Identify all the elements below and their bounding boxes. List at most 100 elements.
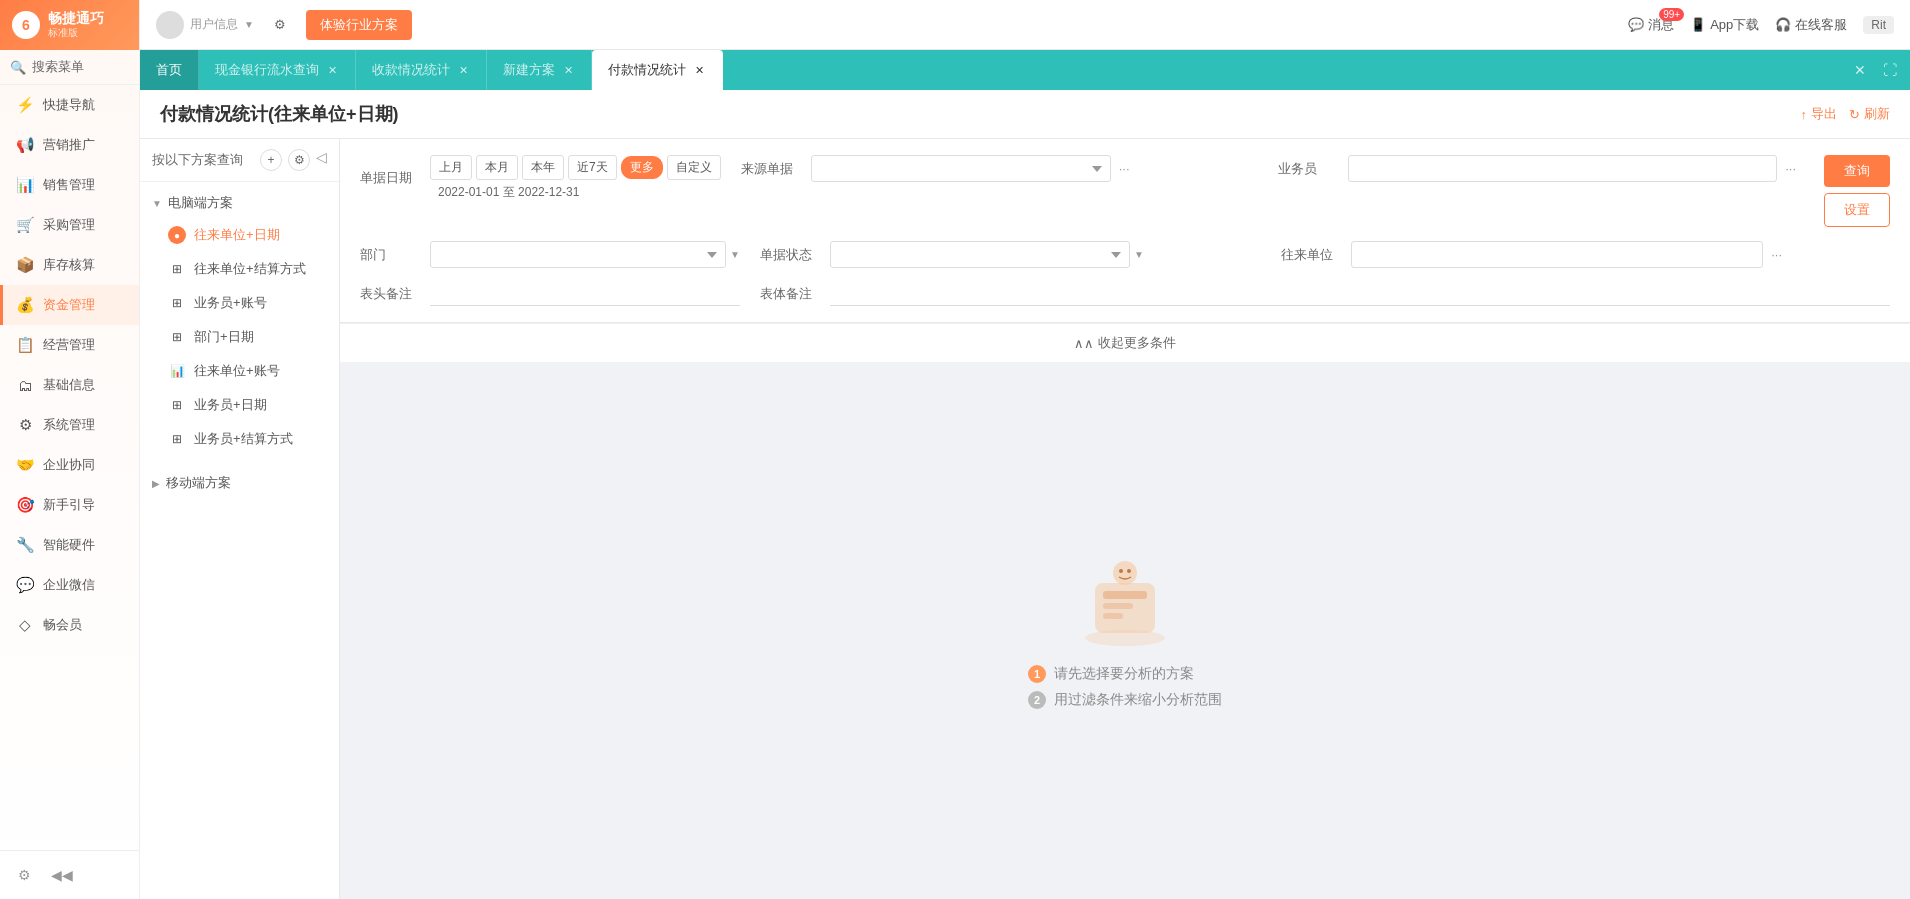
- scheme-collapse-btn[interactable]: ◁: [316, 149, 327, 171]
- svg-point-6: [1119, 569, 1123, 573]
- wechat-icon: 💬: [15, 575, 35, 595]
- tab-home[interactable]: 首页: [140, 50, 199, 90]
- body-note-input[interactable]: [830, 282, 1890, 306]
- dept-select[interactable]: [430, 241, 726, 268]
- scheme-item-dept-date[interactable]: ⊞ 部门+日期: [140, 320, 339, 354]
- topbar-username[interactable]: Rit: [1863, 16, 1894, 34]
- topbar: 用户信息 ▼ ⚙ 体验行业方案 💬 消息 99+ 📱 App下载 🎧 在线客服: [140, 0, 1910, 50]
- source-label: 来源单据: [741, 160, 811, 178]
- search-icon: 🔍: [10, 60, 26, 75]
- source-select[interactable]: [811, 155, 1111, 182]
- topbar-actions: 💬 消息 99+ 📱 App下载 🎧 在线客服 Rit: [1628, 16, 1894, 34]
- voucher-status-dropdown-icon[interactable]: ▼: [1134, 249, 1144, 260]
- date-buttons: 上月 本月 本年 近7天 更多 自定义: [430, 155, 721, 180]
- hint-num-2: 2: [1028, 691, 1046, 709]
- sidebar-item-wechat[interactable]: 💬 企业微信: [0, 565, 139, 605]
- scheme-item-staff-settlement[interactable]: ⊞ 业务员+结算方式: [140, 422, 339, 456]
- message-icon: 💬: [1628, 17, 1644, 32]
- header-note-input[interactable]: [430, 282, 740, 306]
- dept-dropdown-icon[interactable]: ▼: [730, 249, 740, 260]
- tab-maximize-btn[interactable]: ⛶: [1878, 58, 1902, 82]
- scheme-item-counterpart-account[interactable]: 📊 往来单位+账号: [140, 354, 339, 388]
- page-header-actions: ↑ 导出 ↻ 刷新: [1801, 105, 1891, 123]
- sidebar-item-member[interactable]: ◇ 畅会员: [0, 605, 139, 645]
- scheme-settings-btn[interactable]: ⚙: [288, 149, 310, 171]
- tab-close-new-plan[interactable]: ✕: [561, 63, 575, 77]
- date-btn-custom[interactable]: 自定义: [667, 155, 721, 180]
- date-btn-this-year[interactable]: 本年: [522, 155, 564, 180]
- refresh-btn[interactable]: ↻ 刷新: [1849, 105, 1890, 123]
- scheme-item-staff-account[interactable]: ⊞ 业务员+账号: [140, 286, 339, 320]
- notifications-btn[interactable]: 💬 消息 99+: [1628, 16, 1674, 34]
- sidebar-collapse-btn[interactable]: ◀◀: [48, 861, 76, 889]
- desktop-arrow-icon: ▼: [152, 198, 162, 209]
- staff-dots[interactable]: ···: [1785, 161, 1796, 176]
- app-download-btn[interactable]: 📱 App下载: [1690, 16, 1759, 34]
- tab-close-bank-flow[interactable]: ✕: [325, 63, 339, 77]
- sidebar-item-purchase[interactable]: 🛒 采购管理: [0, 205, 139, 245]
- desktop-scheme-header[interactable]: ▼ 电脑端方案: [140, 188, 339, 218]
- tab-new-plan[interactable]: 新建方案 ✕: [487, 50, 592, 90]
- basic-info-icon: 🗂: [15, 375, 35, 395]
- sidebar-item-sales[interactable]: 📊 销售管理: [0, 165, 139, 205]
- date-btn-this-month[interactable]: 本月: [476, 155, 518, 180]
- export-icon: ↑: [1801, 107, 1808, 122]
- staff-label: 业务员: [1278, 160, 1348, 178]
- tab-close-receipt-stats[interactable]: ✕: [456, 63, 470, 77]
- topbar-settings-btn[interactable]: ⚙: [266, 11, 294, 39]
- active-scheme-icon: ●: [168, 226, 186, 244]
- hint-num-1: 1: [1028, 665, 1046, 683]
- sales-icon: 📊: [15, 175, 35, 195]
- date-btn-last-7days[interactable]: 近7天: [568, 155, 617, 180]
- filter-results-area: 单据日期 上月 本月 本年 近7天 更多 自定义: [340, 139, 1910, 899]
- export-btn[interactable]: ↑ 导出: [1801, 105, 1838, 123]
- sidebar-item-cooperation[interactable]: 🤝 企业协同: [0, 445, 139, 485]
- sidebar-item-operation[interactable]: 📋 经营管理: [0, 325, 139, 365]
- source-dots[interactable]: ···: [1119, 161, 1130, 176]
- sidebar-item-basic-info[interactable]: 🗂 基础信息: [0, 365, 139, 405]
- query-btn[interactable]: 查询: [1824, 155, 1890, 187]
- body-split: 按以下方案查询 + ⚙ ◁ ▼ 电脑端方案 ●: [140, 139, 1910, 899]
- hardware-icon: 🔧: [15, 535, 35, 555]
- voucher-status-select[interactable]: [830, 241, 1130, 268]
- tab-close-payment-stats[interactable]: ✕: [692, 63, 706, 77]
- filter-section: 单据日期 上月 本月 本年 近7天 更多 自定义: [340, 139, 1910, 323]
- scheme-item-counterpart-date[interactable]: ● 往来单位+日期: [140, 218, 339, 252]
- counterpart-dots[interactable]: ···: [1771, 247, 1782, 262]
- dept-label: 部门: [360, 246, 430, 264]
- sidebar-item-quick-nav[interactable]: ⚡ 快捷导航: [0, 85, 139, 125]
- date-btn-last-month[interactable]: 上月: [430, 155, 472, 180]
- filter-section-wrapper: 单据日期 上月 本月 本年 近7天 更多 自定义: [340, 139, 1910, 362]
- sidebar-settings-btn[interactable]: ⚙: [10, 861, 38, 889]
- scheme-item-staff-date[interactable]: ⊞ 业务员+日期: [140, 388, 339, 422]
- service-icon: 🎧: [1775, 17, 1791, 32]
- table-icon-3: ⊞: [168, 396, 186, 414]
- sidebar-item-hardware[interactable]: 🔧 智能硬件: [0, 525, 139, 565]
- sidebar-item-system[interactable]: ⚙ 系统管理: [0, 405, 139, 445]
- date-btn-more[interactable]: 更多: [621, 156, 663, 179]
- sidebar-item-marketing[interactable]: 📢 营销推广: [0, 125, 139, 165]
- user-dropdown-icon[interactable]: ▼: [244, 19, 254, 30]
- collapse-more-btn[interactable]: ∧∧ 收起更多条件: [1074, 334, 1176, 352]
- logo-sub: 标准版: [48, 26, 104, 40]
- sidebar-item-guide[interactable]: 🎯 新手引导: [0, 485, 139, 525]
- user-avatar: [156, 11, 184, 39]
- desktop-scheme-section: ▼ 电脑端方案 ● 往来单位+日期 ⊞ 往来单位+结算方式 ⊞: [140, 182, 339, 462]
- tab-receipt-stats[interactable]: 收款情况统计 ✕: [356, 50, 487, 90]
- scheme-item-counterpart-settlement[interactable]: ⊞ 往来单位+结算方式: [140, 252, 339, 286]
- empty-hint-2: 2 用过滤条件来缩小分析范围: [1028, 691, 1222, 709]
- sidebar-item-inventory[interactable]: 📦 库存核算: [0, 245, 139, 285]
- counterpart-input[interactable]: [1351, 241, 1763, 268]
- filter-settings-btn[interactable]: 设置: [1824, 193, 1890, 227]
- table-icon-2: ⊞: [168, 328, 186, 346]
- scheme-add-btn[interactable]: +: [260, 149, 282, 171]
- tab-bank-flow[interactable]: 现金银行流水查询 ✕: [199, 50, 356, 90]
- online-service-btn[interactable]: 🎧 在线客服: [1775, 16, 1847, 34]
- tab-close-all-btn[interactable]: ✕: [1848, 58, 1872, 82]
- tab-payment-stats[interactable]: 付款情况统计 ✕: [592, 50, 723, 90]
- staff-input[interactable]: [1348, 155, 1777, 182]
- mobile-scheme-header[interactable]: ▶ 移动端方案: [140, 468, 339, 498]
- trial-btn[interactable]: 体验行业方案: [306, 10, 412, 40]
- search-menu[interactable]: 🔍 搜索菜单: [0, 50, 139, 85]
- sidebar-item-finance[interactable]: 💰 资金管理: [0, 285, 139, 325]
